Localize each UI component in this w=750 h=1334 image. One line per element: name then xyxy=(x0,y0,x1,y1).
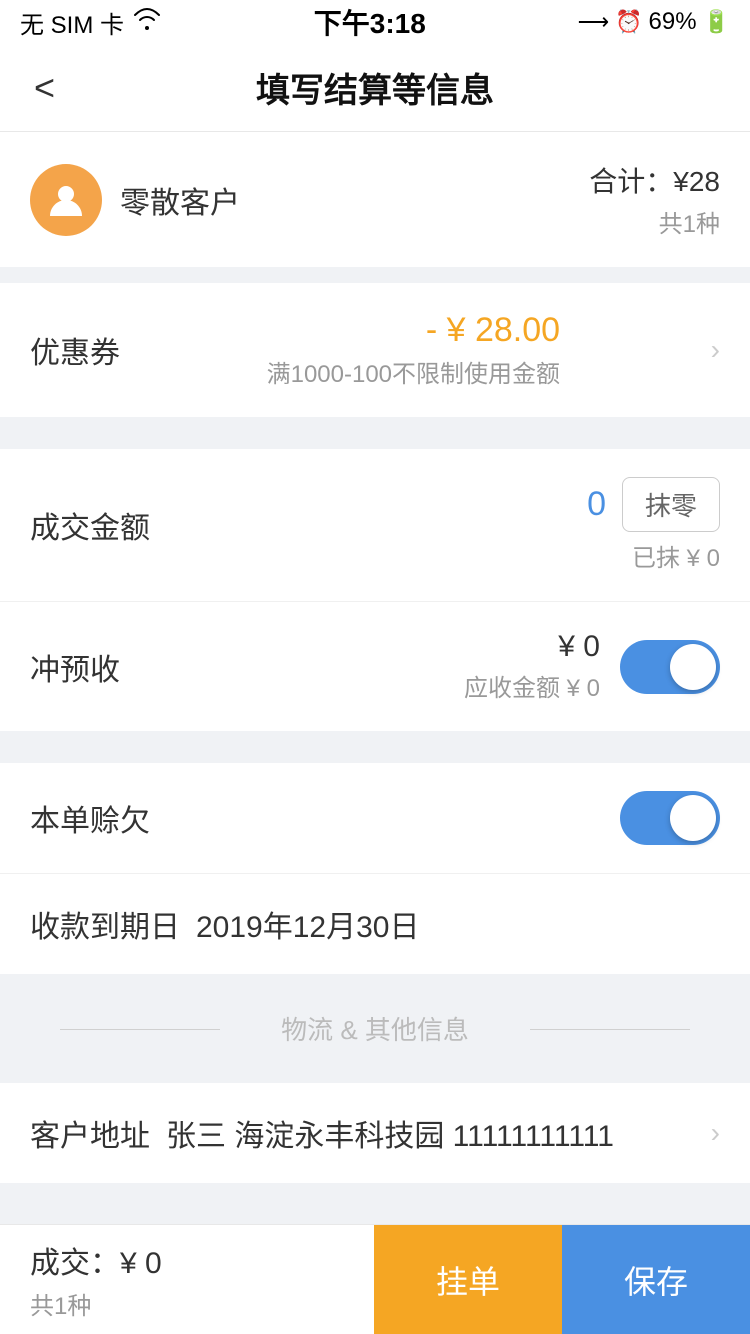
bottom-deal: 成交：¥ 0 xyxy=(30,1238,344,1282)
logistics-divider: 物流 & 其他信息 xyxy=(0,990,750,1067)
coupon-discount: - ¥ 28.00 xyxy=(267,311,560,350)
coupon-right: - ¥ 28.00 满1000-100不限制使用金额 xyxy=(267,311,560,389)
address-label: 客户地址 xyxy=(30,1111,150,1155)
deal-prefix: 成交： xyxy=(30,1247,120,1280)
alarm-icon: ⏰ xyxy=(615,9,642,35)
address-chevron-icon: › xyxy=(711,1117,720,1149)
coupon-label: 优惠券 xyxy=(30,328,120,372)
due-date-label: 收款到期日 xyxy=(30,902,180,946)
battery-icon: 🔋 xyxy=(703,9,730,35)
amount-input-area: 0 抹零 xyxy=(587,477,720,532)
customer-row: 零散客户 合计：¥28 共1种 xyxy=(0,132,750,267)
back-button[interactable]: < xyxy=(24,57,65,119)
due-date-row: 收款到期日 2019年12月30日 xyxy=(0,874,750,974)
nav-bar: < 填写结算等信息 xyxy=(0,44,750,132)
no-sim-text: 无 SIM 卡 xyxy=(20,5,124,40)
address-row[interactable]: 客户地址 张三 海淀永丰科技园 11111111111 › xyxy=(0,1083,750,1183)
credit-label: 本单赊欠 xyxy=(30,796,150,840)
hold-button[interactable]: 挂单 xyxy=(374,1225,562,1334)
due-date-value[interactable]: 2019年12月30日 xyxy=(196,902,419,946)
content: 零散客户 合计：¥28 共1种 优惠券 - ¥ 28.00 满1000-100不… xyxy=(0,132,750,1329)
prepay-values: ¥ 0 应收金额 ¥ 0 xyxy=(464,630,600,703)
status-right: ⟶ ⏰ 69% 🔋 xyxy=(578,8,730,36)
coupon-description: 满1000-100不限制使用金额 xyxy=(267,354,560,389)
status-time: 下午3:18 xyxy=(314,2,426,42)
prepay-row: 冲预收 ¥ 0 应收金额 ¥ 0 xyxy=(0,602,750,731)
prepay-sub: 应收金额 ¥ 0 xyxy=(464,668,600,703)
credit-toggle[interactable] xyxy=(620,791,720,845)
transaction-value[interactable]: 0 xyxy=(587,485,606,524)
separator-4 xyxy=(0,1067,750,1083)
prepay-amount: ¥ 0 xyxy=(464,630,600,664)
avatar xyxy=(30,164,102,236)
bottom-count: 共1种 xyxy=(30,1286,344,1321)
address-value: 张三 海淀永丰科技园 11111111111 xyxy=(166,1111,707,1155)
customer-summary: 合计：¥28 共1种 xyxy=(589,160,720,239)
separator-1 xyxy=(0,433,750,449)
prepay-toggle[interactable] xyxy=(620,640,720,694)
customer-name: 零散客户 xyxy=(120,178,240,222)
battery-text: 69% xyxy=(649,8,697,36)
logistics-label: 物流 & 其他信息 xyxy=(281,1015,469,1045)
coupon-row[interactable]: 优惠券 - ¥ 28.00 满1000-100不限制使用金额 › xyxy=(0,283,750,417)
location-icon: ⟶ xyxy=(578,9,610,35)
total-amount: 合计：¥28 xyxy=(589,160,720,200)
transaction-row: 成交金额 0 抹零 已抹 ¥ 0 xyxy=(0,449,750,602)
separator-3 xyxy=(0,974,750,990)
credit-row: 本单赊欠 xyxy=(0,763,750,874)
credit-section: 本单赊欠 收款到期日 2019年12月30日 xyxy=(0,763,750,974)
total-count: 共1种 xyxy=(589,204,720,239)
chevron-right-icon: › xyxy=(711,334,720,366)
page-title: 填写结算等信息 xyxy=(256,63,494,112)
toggle-knob xyxy=(670,644,716,690)
deducted-label: 已抹 ¥ 0 xyxy=(632,538,720,573)
status-bar: 无 SIM 卡 下午3:18 ⟶ ⏰ 69% 🔋 xyxy=(0,0,750,44)
prepay-label: 冲预收 xyxy=(30,645,120,689)
round-button[interactable]: 抹零 xyxy=(622,477,720,532)
bottom-bar: 成交：¥ 0 共1种 挂单 保存 xyxy=(0,1224,750,1334)
bottom-summary: 成交：¥ 0 共1种 xyxy=(0,1238,374,1321)
separator-2 xyxy=(0,747,750,763)
deal-amount: ¥ 0 xyxy=(120,1247,162,1280)
transaction-label: 成交金额 xyxy=(30,503,150,547)
wifi-icon xyxy=(132,8,162,37)
transaction-section: 成交金额 0 抹零 已抹 ¥ 0 冲预收 ¥ 0 应收金额 ¥ 0 xyxy=(0,449,750,731)
address-right: › xyxy=(707,1117,720,1149)
status-left: 无 SIM 卡 xyxy=(20,5,162,40)
customer-left: 零散客户 xyxy=(30,164,240,236)
prepay-right: ¥ 0 应收金额 ¥ 0 xyxy=(464,630,720,703)
save-button[interactable]: 保存 xyxy=(562,1225,750,1334)
credit-toggle-knob xyxy=(670,795,716,841)
